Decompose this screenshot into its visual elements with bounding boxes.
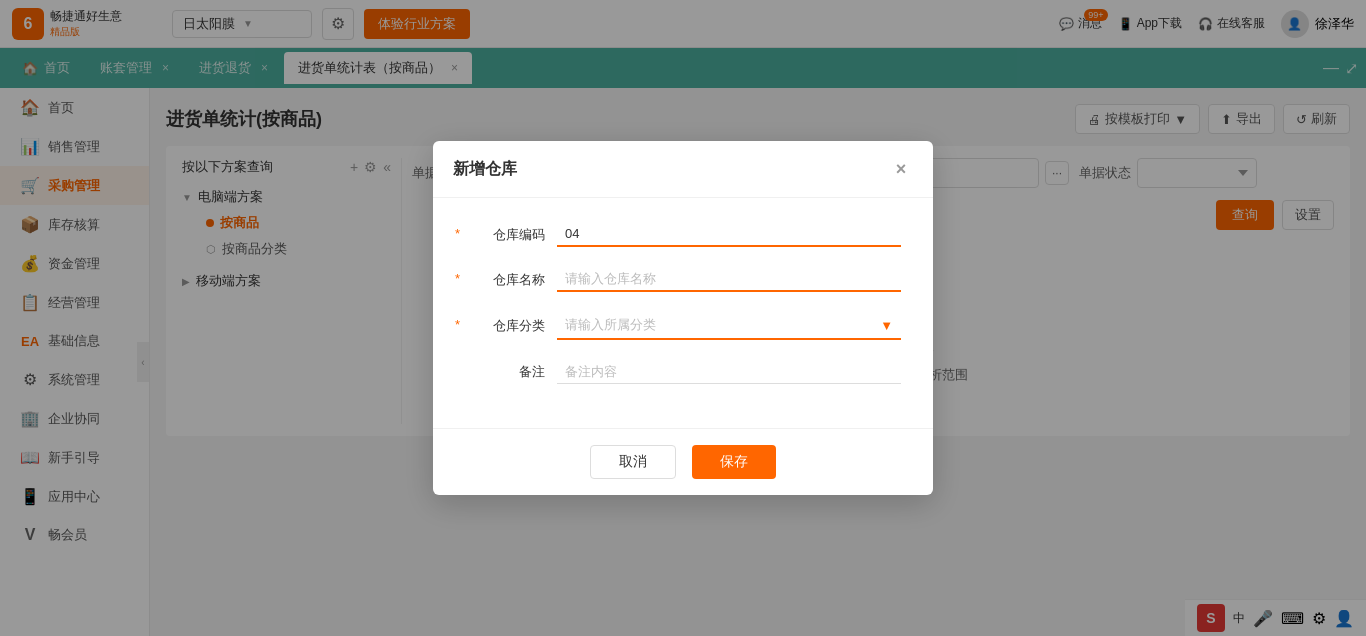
note-label: 备注 [465,363,545,381]
warehouse-name-input[interactable] [557,267,901,292]
warehouse-category-row: 仓库分类 请输入所属分类 ▼ [465,312,901,340]
warehouse-name-label: 仓库名称 [465,271,545,289]
warehouse-category-label: 仓库分类 [465,317,545,335]
cancel-button[interactable]: 取消 [590,445,676,479]
save-button[interactable]: 保存 [692,445,776,479]
warehouse-name-row: 仓库名称 [465,267,901,292]
modal-title: 新增仓库 [453,159,517,180]
warehouse-code-row: 仓库编码 [465,222,901,247]
warehouse-code-input[interactable] [557,222,901,247]
new-warehouse-modal: 新增仓库 × 仓库编码 仓库名称 仓库分类 请输入所属分类 ▼ [433,141,933,495]
chevron-down-icon: ▼ [880,318,893,333]
modal-overlay[interactable]: 新增仓库 × 仓库编码 仓库名称 仓库分类 请输入所属分类 ▼ [0,0,1366,636]
modal-body: 仓库编码 仓库名称 仓库分类 请输入所属分类 ▼ 备注 [433,198,933,428]
modal-footer: 取消 保存 [433,428,933,495]
note-input[interactable] [557,360,901,384]
warehouse-category-select[interactable]: 请输入所属分类 ▼ [557,312,901,340]
modal-close-button[interactable]: × [889,157,913,181]
modal-header: 新增仓库 × [433,141,933,198]
warehouse-code-label: 仓库编码 [465,226,545,244]
note-row: 备注 [465,360,901,384]
